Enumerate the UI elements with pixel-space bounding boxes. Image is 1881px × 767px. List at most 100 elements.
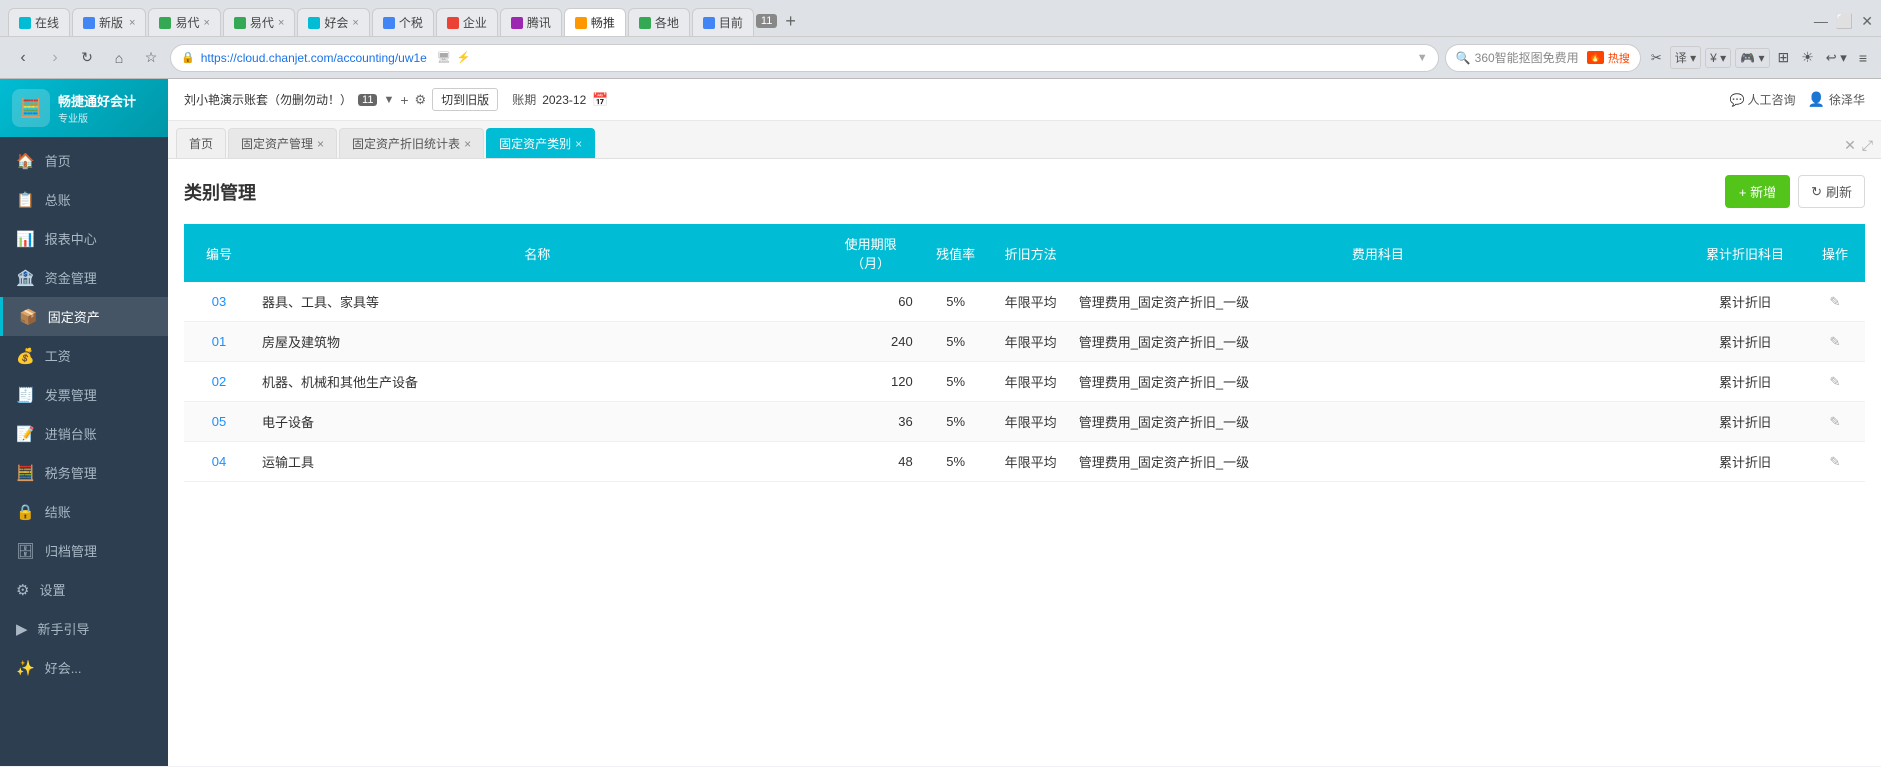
sidebar-item-inventory[interactable]: 📝 进销台账 xyxy=(0,414,168,453)
window-close-btn[interactable]: ✕ xyxy=(1861,13,1873,30)
new-tab-button[interactable]: + xyxy=(779,11,802,32)
cell-code[interactable]: 04 xyxy=(184,442,254,482)
bookmark-button[interactable]: ☆ xyxy=(138,45,164,71)
page-tab-fixed-asset-cat[interactable]: 固定资产类别 × xyxy=(486,128,595,158)
cell-expense: 管理费用_固定资产折旧_一级 xyxy=(1071,362,1685,402)
tab-tengxun-label: 腾讯 xyxy=(527,14,551,31)
page-title-row: 类别管理 + 新增 ↻ 刷新 xyxy=(184,175,1865,208)
tab-qiye[interactable]: 企业 xyxy=(436,8,498,36)
sidebar-item-home[interactable]: 🏠 首页 xyxy=(0,141,168,180)
tab-haosuan[interactable]: 好会 × xyxy=(297,8,369,36)
tab-gedi[interactable]: 各地 xyxy=(628,8,690,36)
tab-shumu[interactable]: 目前 xyxy=(692,8,754,36)
col-period: 使用期限（月） xyxy=(821,224,921,282)
fixed-asset-mgr-close[interactable]: × xyxy=(317,137,324,151)
sidebar-item-guide[interactable]: ▶ 新手引导 xyxy=(0,609,168,648)
tab-yidai1-label: 易代 xyxy=(175,14,199,31)
grid-btn[interactable]: ⊞ xyxy=(1774,47,1794,68)
sidebar-item-funds[interactable]: 🏦 资金管理 xyxy=(0,258,168,297)
sidebar-item-settlement[interactable]: 🔒 结账 xyxy=(0,492,168,531)
reload-button[interactable]: ↻ xyxy=(74,45,100,71)
expand-url-icon[interactable]: ▼ xyxy=(1417,52,1428,64)
refresh-icon: ↻ xyxy=(1811,184,1822,200)
cell-code[interactable]: 01 xyxy=(184,322,254,362)
tab-geshui-label: 个税 xyxy=(399,14,423,31)
archive-icon: 🗄 xyxy=(16,542,35,560)
forward-button[interactable]: › xyxy=(42,45,68,71)
wallet-btn[interactable]: ¥ ▾ xyxy=(1705,48,1731,68)
tab-window-expand-btn[interactable]: ⤢ xyxy=(1862,137,1873,154)
cell-period: 36 xyxy=(821,402,921,442)
home-button[interactable]: ⌂ xyxy=(106,45,132,71)
cell-code[interactable]: 02 xyxy=(184,362,254,402)
settlement-icon: 🔒 xyxy=(16,503,35,521)
scissors-btn[interactable]: ✂ xyxy=(1647,48,1666,68)
col-action: 操作 xyxy=(1805,224,1865,282)
sidebar-inventory-label: 进销台账 xyxy=(45,424,97,443)
calendar-icon[interactable]: 📅 xyxy=(592,92,608,108)
sidebar-item-haosuan[interactable]: ✨ 好会... xyxy=(0,648,168,687)
cell-code[interactable]: 03 xyxy=(184,282,254,322)
undo-btn[interactable]: ↩ ▾ xyxy=(1822,48,1851,68)
url-field[interactable]: 🔒 https://cloud.chanjet.com/accounting/u… xyxy=(170,44,1439,72)
period-label: 账期 xyxy=(512,91,536,108)
add-account-btn[interactable]: + xyxy=(400,92,408,108)
sidebar-home-label: 首页 xyxy=(45,151,71,170)
tab-yidai2-close[interactable]: × xyxy=(278,17,284,29)
tab-xin[interactable]: 新版 × xyxy=(72,8,146,36)
settings-icon: ⚙ xyxy=(16,581,29,599)
cell-code[interactable]: 05 xyxy=(184,402,254,442)
tab-yidai2[interactable]: 易代 × xyxy=(223,8,295,36)
tab-geshui[interactable]: 个税 xyxy=(372,8,434,36)
fixed-asset-dep-close[interactable]: × xyxy=(464,137,471,151)
tab-changtui[interactable]: 畅推 xyxy=(564,8,626,36)
tab-zaixian[interactable]: 在线 xyxy=(8,8,70,36)
settings-gear-btn[interactable]: ⚙ xyxy=(415,92,427,108)
tab-yidai1-close[interactable]: × xyxy=(203,17,209,29)
tab-tengxun[interactable]: 腾讯 xyxy=(500,8,562,36)
window-minimize-btn[interactable]: — xyxy=(1814,13,1828,29)
tab-yidai1[interactable]: 易代 × xyxy=(148,8,220,36)
sidebar-item-payroll[interactable]: 💰 工资 xyxy=(0,336,168,375)
translate-btn[interactable]: 译 ▾ xyxy=(1670,46,1701,69)
game-btn[interactable]: 🎮 ▾ xyxy=(1735,48,1769,68)
cell-period: 48 xyxy=(821,442,921,482)
funds-icon: 🏦 xyxy=(16,269,35,287)
user-avatar-area[interactable]: 👤 徐泽华 xyxy=(1808,91,1865,108)
page-tab-fixed-asset-dep[interactable]: 固定资产折旧统计表 × xyxy=(339,128,484,158)
consult-btn[interactable]: 💬 人工咨询 xyxy=(1730,91,1796,108)
brightness-btn[interactable]: ☀ xyxy=(1797,47,1818,68)
home-icon: 🏠 xyxy=(16,152,35,170)
sidebar-haosuan-label: 好会... xyxy=(45,658,82,677)
cell-action[interactable]: ✎ xyxy=(1805,402,1865,442)
switch-version-btn[interactable]: 切到旧版 xyxy=(432,88,498,111)
cell-action[interactable]: ✎ xyxy=(1805,362,1865,402)
window-maximize-btn[interactable]: ⬜ xyxy=(1836,13,1853,30)
page-tab-home[interactable]: 首页 xyxy=(176,128,226,158)
page-tab-fixed-asset-mgr[interactable]: 固定资产管理 × xyxy=(228,128,337,158)
sidebar-item-invoice[interactable]: 🧾 发票管理 xyxy=(0,375,168,414)
add-btn[interactable]: + 新增 xyxy=(1725,175,1790,208)
back-button[interactable]: ‹ xyxy=(10,45,36,71)
menu-btn[interactable]: ≡ xyxy=(1855,48,1871,68)
expand-user-btn[interactable]: ▼ xyxy=(383,94,394,106)
tab-haosuan-close[interactable]: × xyxy=(352,17,358,29)
sidebar-item-fixed-assets[interactable]: 📦 固定资产 xyxy=(0,297,168,336)
sidebar-item-settings[interactable]: ⚙ 设置 xyxy=(0,570,168,609)
refresh-btn[interactable]: ↻ 刷新 xyxy=(1798,175,1865,208)
cell-action[interactable]: ✎ xyxy=(1805,442,1865,482)
tab-window-close-btn[interactable]: ✕ xyxy=(1844,137,1856,154)
top-bar-left: 刘小艳演示账套（勿删勿动！） 11 ▼ + ⚙ 切到旧版 账期 2023-12 … xyxy=(184,88,608,111)
top-bar: 刘小艳演示账套（勿删勿动！） 11 ▼ + ⚙ 切到旧版 账期 2023-12 … xyxy=(168,79,1881,121)
cell-action[interactable]: ✎ xyxy=(1805,322,1865,362)
sidebar-item-tax[interactable]: 🧮 税务管理 xyxy=(0,453,168,492)
consult-icon: 💬 xyxy=(1730,93,1745,107)
cell-period: 240 xyxy=(821,322,921,362)
tab-xin-close[interactable]: × xyxy=(129,17,135,29)
fixed-asset-cat-close[interactable]: × xyxy=(575,137,582,151)
main-content: 刘小艳演示账套（勿删勿动！） 11 ▼ + ⚙ 切到旧版 账期 2023-12 … xyxy=(168,79,1881,766)
cell-action[interactable]: ✎ xyxy=(1805,282,1865,322)
sidebar-item-archive[interactable]: 🗄 归档管理 xyxy=(0,531,168,570)
sidebar-item-ledger[interactable]: 📋 总账 xyxy=(0,180,168,219)
sidebar-item-reports[interactable]: 📊 报表中心 xyxy=(0,219,168,258)
